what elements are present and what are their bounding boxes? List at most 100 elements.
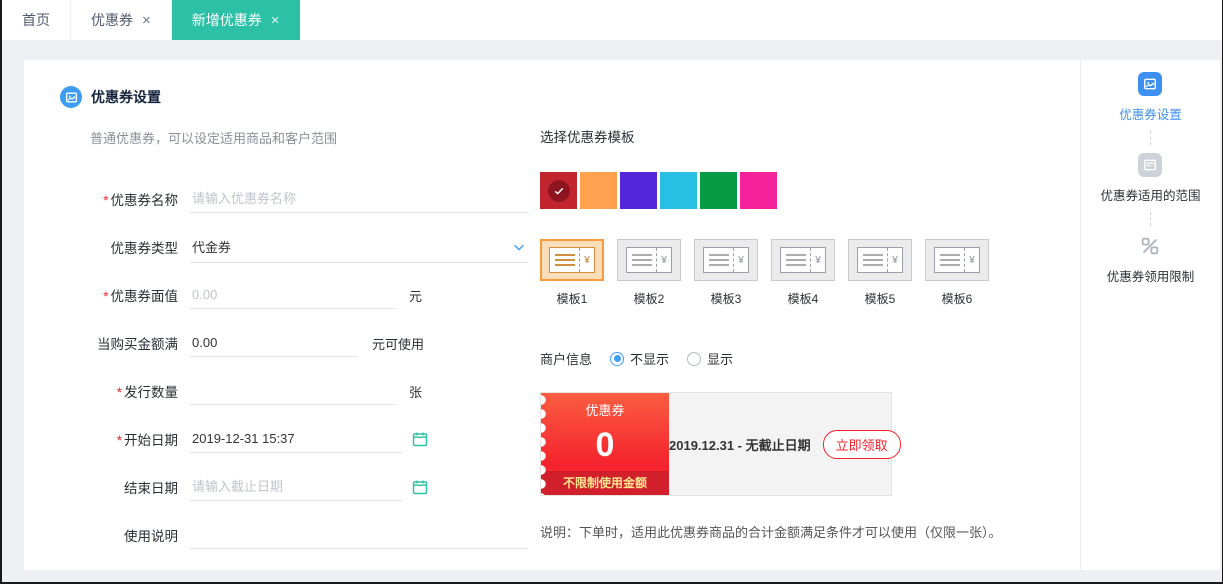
template-option-2[interactable]: ¥ 模板2 [617, 239, 681, 307]
end-date-input[interactable] [190, 473, 402, 501]
panel-header: 优惠券设置 [60, 86, 528, 108]
field-label-text: 发行数量 [124, 385, 178, 400]
template-thumbnail-row: ¥ 模板1 ¥ 模板2 ¥ 模板3 ¥ 模板4 ¥ 模板5 ¥ 模板6 [540, 239, 1056, 307]
coupon-type-select[interactable]: 代金券 [190, 231, 528, 263]
step-coupon-settings: 优惠券设置 [1119, 72, 1182, 123]
page-subtitle: 普通优惠券，可以设定适用商品和客户范围 [90, 131, 338, 146]
template-label: 模板3 [710, 292, 742, 306]
issue-quantity-input[interactable] [190, 377, 395, 405]
field-label: 结束日期 [60, 477, 190, 497]
field-label: 优惠券类型 [60, 237, 190, 257]
template-label: 模板6 [941, 292, 973, 306]
step-label: 优惠券适用的范围 [1100, 189, 1201, 203]
template-option-6[interactable]: ¥ 模板6 [925, 239, 989, 307]
color-swatch-magenta[interactable] [740, 172, 777, 209]
coupon-preview-limit: 不限制使用金额 [541, 471, 669, 495]
template-label: 模板4 [787, 292, 819, 306]
tab-coupon[interactable]: 优惠券 × [71, 0, 172, 40]
usage-note-input[interactable] [190, 521, 528, 549]
tab-new-coupon[interactable]: 新增优惠券 × [171, 0, 300, 40]
mini-coupon-graphic: ¥ [549, 247, 595, 273]
mini-coupon-graphic: ¥ [780, 247, 826, 273]
check-icon [540, 172, 577, 209]
coupon-name-input[interactable] [190, 185, 528, 213]
unit-suffix: 张 [409, 384, 423, 400]
color-swatch-red[interactable] [540, 172, 577, 209]
radio-selected-icon [610, 351, 625, 366]
face-value-input[interactable] [190, 281, 395, 309]
template-thumbnail: ¥ [694, 239, 758, 281]
coupon-scope-step-icon [1138, 153, 1163, 177]
coupon-settings-card: 优惠券设置 普通优惠券，可以设定适用商品和客户范围 *优惠券名称 优 [24, 60, 1220, 570]
field-label: * 发行数量 [60, 381, 190, 401]
tab-home[interactable]: 首页 [2, 0, 71, 40]
radio-option-label: 显示 [707, 352, 734, 367]
mini-coupon-graphic: ¥ [703, 247, 749, 273]
field-row-coupon-type: 优惠券类型 代金券 [60, 223, 528, 271]
color-swatch-cyan[interactable] [660, 172, 697, 209]
required-mark: * [116, 433, 122, 448]
page-title: 优惠券设置 [91, 89, 161, 105]
step-label: 优惠券领用限制 [1106, 270, 1195, 284]
field-row-end-date: 结束日期 [60, 463, 528, 511]
template-column: 选择优惠券模板 ¥ 模板1 ¥ 模板2 ¥ 模板3 ¥ 模板4 ¥ 模板5 ¥ … [528, 86, 1056, 570]
tab-bar: 首页 优惠券 × 新增优惠券 × [2, 0, 1222, 40]
color-swatch-row [540, 172, 1056, 209]
template-thumbnail: ¥ [540, 239, 604, 281]
field-row-start-date: * 开始日期 [60, 415, 528, 463]
tab-label: 首页 [22, 12, 50, 28]
unit-suffix: 元 [409, 288, 423, 304]
step-connector [1150, 131, 1151, 145]
start-date-input[interactable] [190, 425, 402, 453]
field-row-coupon-name: * 优惠券名称 [60, 175, 528, 223]
calendar-icon[interactable] [412, 431, 428, 447]
close-icon[interactable]: × [271, 13, 280, 28]
template-option-3[interactable]: ¥ 模板3 [694, 239, 758, 307]
coupon-limit-step-icon [1138, 234, 1162, 258]
field-label-text: 开始日期 [124, 433, 178, 448]
field-label-text: 使用说明 [124, 529, 178, 544]
field-label: * 优惠券面值 [60, 285, 190, 305]
color-swatch-purple[interactable] [620, 172, 657, 209]
field-label: 当购买金额满 [60, 333, 190, 353]
field-label-text: 优惠券类型 [110, 241, 179, 256]
coupon-preview: 优惠券 0 不限制使用金额 2019.12.31 - 无截止日期 立即领取 [540, 392, 901, 496]
chevron-down-icon [514, 244, 524, 251]
coupon-preview-body: 2019.12.31 - 无截止日期 立即领取 [669, 393, 901, 495]
color-swatch-green[interactable] [700, 172, 737, 209]
calendar-icon[interactable] [412, 479, 428, 495]
min-amount-input[interactable] [190, 329, 358, 357]
template-label: 模板2 [633, 292, 665, 306]
radio-option-hide[interactable]: 不显示 [610, 349, 669, 368]
field-label: * 优惠券名称 [60, 189, 190, 209]
color-swatch-orange[interactable] [580, 172, 617, 209]
tab-label: 新增优惠券 [191, 12, 262, 28]
step-coupon-limit: 优惠券领用限制 [1106, 234, 1195, 285]
field-row-min-amount: 当购买金额满 元可使用 [60, 319, 528, 367]
tab-label: 优惠券 [91, 12, 133, 28]
merchant-info-label: 商户信息 [540, 352, 593, 367]
template-option-5[interactable]: ¥ 模板5 [848, 239, 912, 307]
field-label-text: 优惠券名称 [110, 193, 179, 208]
field-label-text: 当购买金额满 [97, 337, 178, 352]
field-label: 使用说明 [60, 525, 190, 545]
page-content: 优惠券设置 普通优惠券，可以设定适用商品和客户范围 *优惠券名称 优 [2, 40, 1222, 582]
coupon-settings-step-icon [1138, 72, 1163, 96]
mini-coupon-graphic: ¥ [857, 247, 903, 273]
field-label-text: 优惠券面值 [110, 289, 179, 304]
radio-option-show[interactable]: 显示 [687, 349, 733, 368]
close-icon[interactable]: × [142, 13, 151, 28]
field-label: * 开始日期 [60, 429, 190, 449]
template-option-4[interactable]: ¥ 模板4 [771, 239, 835, 307]
template-option-1[interactable]: ¥ 模板1 [540, 239, 604, 307]
radio-unselected-icon [687, 351, 702, 366]
template-thumbnail: ¥ [771, 239, 835, 281]
coupon-preview-stub: 优惠券 0 不限制使用金额 [541, 393, 669, 495]
template-thumbnail: ¥ [617, 239, 681, 281]
form-column: 优惠券设置 普通优惠券，可以设定适用商品和客户范围 *优惠券名称 优 [60, 86, 528, 570]
coupon-settings-icon [60, 86, 82, 108]
template-thumbnail: ¥ [848, 239, 912, 281]
mini-coupon-graphic: ¥ [934, 247, 980, 273]
coupon-preview-title: 优惠券 [585, 403, 625, 418]
claim-button: 立即领取 [822, 429, 901, 459]
